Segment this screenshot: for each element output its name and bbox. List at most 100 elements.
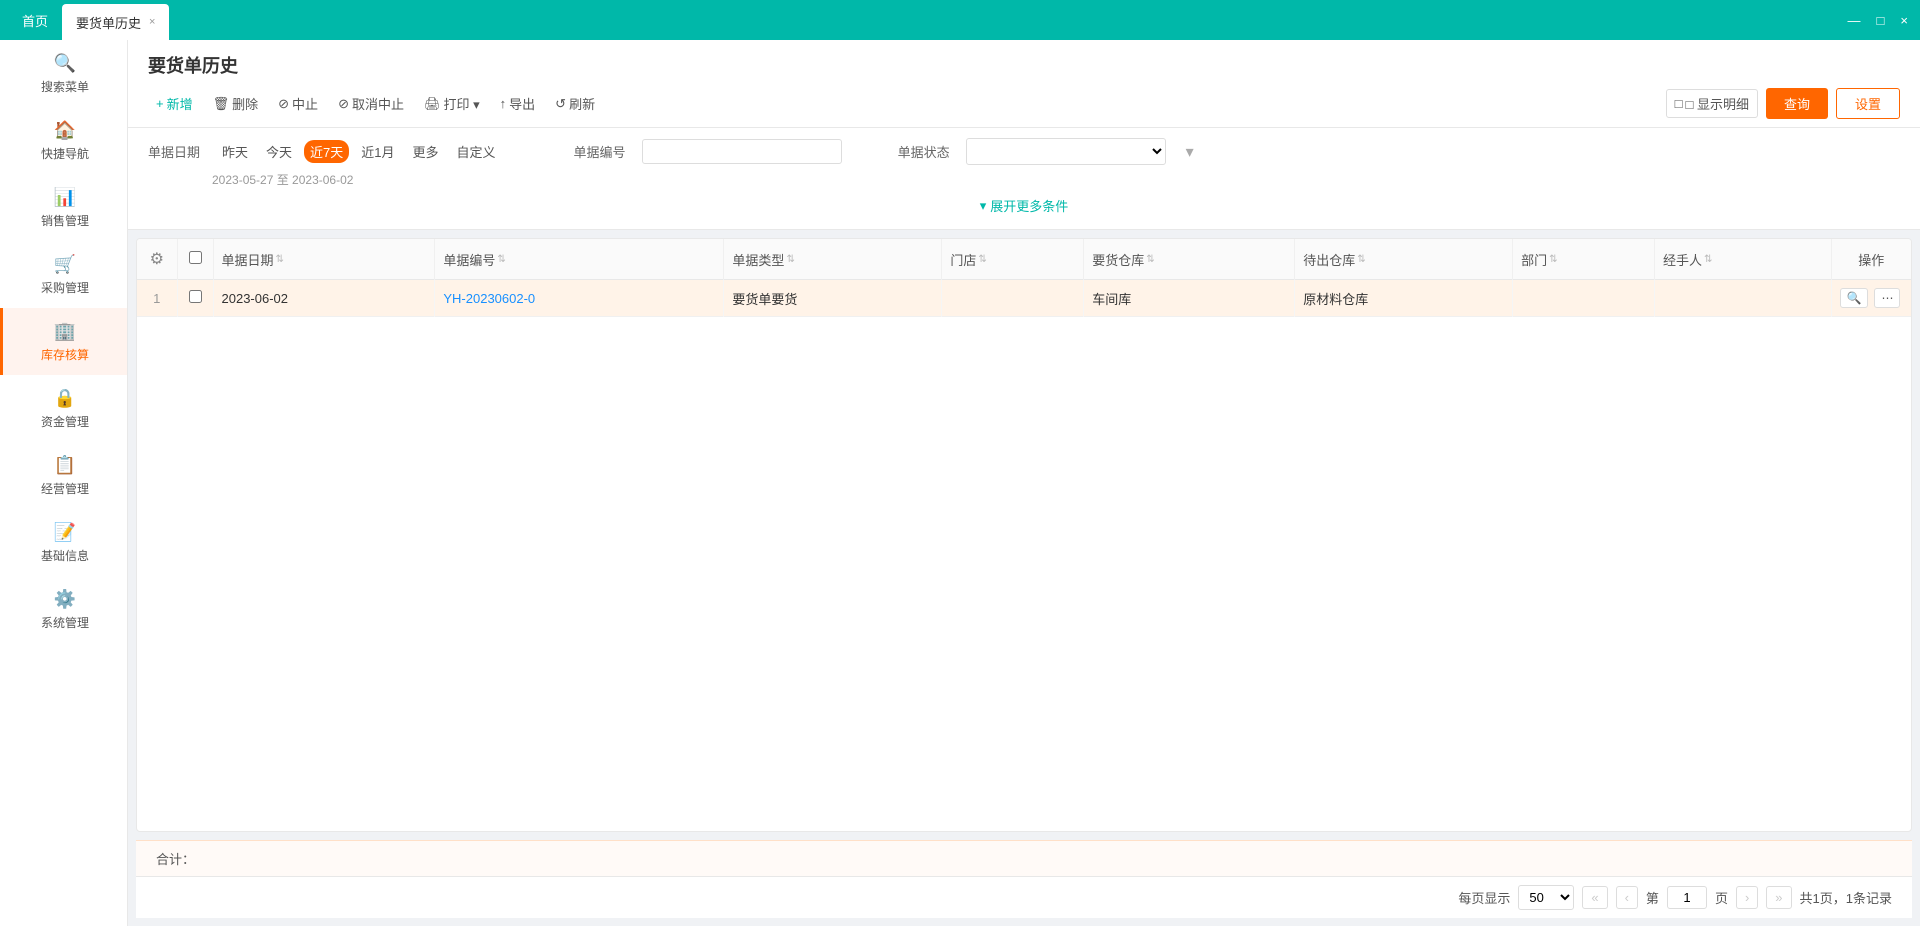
table-row: 1 2023-06-02 YH-20230602-0 要货单要货 车间库 原材料… <box>137 280 1911 317</box>
expand-more-label: 展开更多条件 <box>990 196 1068 215</box>
window-minimize-btn[interactable]: — <box>1848 13 1861 28</box>
sidebar: 🔍 搜索菜单 🏠 快捷导航 📊 销售管理 🛒 采购管理 🏢 库存核算 🔒 资金管… <box>0 40 128 926</box>
sidebar-item-basic-info[interactable]: 📝 基础信息 <box>0 509 127 576</box>
delete-label: 删除 <box>232 94 258 113</box>
export-icon: ↑ <box>500 96 507 111</box>
content-area: 要货单历史 + 新增 🗑 删除 ⊘ 中止 ⊘ 取消中止 <box>128 40 1920 926</box>
sort-store[interactable]: 门店 ⇅ <box>950 250 986 269</box>
next-page-btn[interactable]: › <box>1736 886 1758 909</box>
display-detail-button[interactable]: □ □ 显示明细 <box>1666 89 1758 118</box>
sort-pending-warehouse[interactable]: 待出仓库 ⇅ <box>1303 250 1365 269</box>
th-doc-no[interactable]: 单据编号 ⇅ <box>435 239 724 280</box>
th-store[interactable]: 门店 ⇅ <box>942 239 1084 280</box>
sort-req-warehouse[interactable]: 要货仓库 ⇅ <box>1092 250 1154 269</box>
home-tab-label: 首页 <box>22 11 48 30</box>
doc-no-input[interactable] <box>642 139 842 164</box>
sort-handler-icon: ⇅ <box>1704 254 1712 265</box>
th-pending-warehouse[interactable]: 待出仓库 ⇅ <box>1295 239 1513 280</box>
sidebar-item-sales-mgmt[interactable]: 📊 销售管理 <box>0 174 127 241</box>
page-label-end: 页 <box>1715 888 1728 907</box>
page-input[interactable] <box>1667 886 1707 909</box>
tab-home[interactable]: 首页 <box>8 0 62 40</box>
row-store <box>942 280 1084 317</box>
first-page-btn[interactable]: « <box>1582 886 1607 909</box>
sidebar-operation-label: 经营管理 <box>41 480 89 497</box>
export-button[interactable]: ↑ 导出 <box>492 90 544 117</box>
shortcut-today[interactable]: 今天 <box>260 140 298 163</box>
sidebar-item-purchase-mgmt[interactable]: 🛒 采购管理 <box>0 241 127 308</box>
row-doc-no[interactable]: YH-20230602-0 <box>435 280 724 317</box>
th-doc-type[interactable]: 单据类型 ⇅ <box>724 239 942 280</box>
row-checkbox[interactable] <box>189 290 202 303</box>
setting-button[interactable]: 设置 <box>1836 88 1900 119</box>
quick-nav-icon: 🏠 <box>54 119 76 141</box>
sidebar-item-operation-mgmt[interactable]: 📋 经营管理 <box>0 442 127 509</box>
th-doc-date[interactable]: 单据日期 ⇅ <box>213 239 435 280</box>
query-button[interactable]: 查询 <box>1766 88 1828 119</box>
sidebar-item-search-menu[interactable]: 🔍 搜索菜单 <box>0 40 127 107</box>
inventory-icon: 🏢 <box>54 320 76 342</box>
sort-doc-date-icon: ⇅ <box>276 254 284 265</box>
cancel-stop-button[interactable]: ⊘ 取消中止 <box>330 90 412 117</box>
row-actions: 🔍 ⋯ <box>1831 280 1911 317</box>
sidebar-item-quick-nav[interactable]: 🏠 快捷导航 <box>0 107 127 174</box>
expand-more-btn[interactable]: ▾ 展开更多条件 <box>148 192 1900 219</box>
th-department[interactable]: 部门 ⇅ <box>1513 239 1655 280</box>
shortcut-7days[interactable]: 近7天 <box>304 140 349 163</box>
sort-department[interactable]: 部门 ⇅ <box>1521 250 1557 269</box>
date-range-text: 2023-05-27 至 2023-06-02 <box>212 173 353 187</box>
window-maximize-btn[interactable]: □ <box>1877 13 1885 28</box>
row-view-btn[interactable]: 🔍 <box>1840 288 1869 308</box>
stop-icon: ⊘ <box>278 96 289 112</box>
status-dropdown-icon: ▾ <box>1186 142 1194 162</box>
sidebar-sales-label: 销售管理 <box>41 212 89 229</box>
sidebar-item-system-mgmt[interactable]: ⚙️ 系统管理 <box>0 576 127 643</box>
display-detail-label: □ 显示明细 <box>1686 94 1749 113</box>
sidebar-finance-label: 资金管理 <box>41 413 89 430</box>
th-settings[interactable]: ⚙ <box>137 239 177 280</box>
purchase-icon: 🛒 <box>54 253 76 275</box>
th-checkbox <box>177 239 213 280</box>
requisition-tab-label: 要货单历史 <box>76 13 141 32</box>
sort-doc-type-icon: ⇅ <box>786 254 794 265</box>
sort-doc-date[interactable]: 单据日期 ⇅ <box>222 250 284 269</box>
top-bar-right: — □ × <box>1848 13 1920 28</box>
table-settings-icon[interactable]: ⚙ <box>150 251 164 268</box>
table-header-row: ⚙ 单据日期 ⇅ 单据编号 <box>137 239 1911 280</box>
shortcut-yesterday[interactable]: 昨天 <box>216 140 254 163</box>
last-page-btn[interactable]: » <box>1766 886 1791 909</box>
sort-pending-warehouse-icon: ⇅ <box>1357 254 1365 265</box>
row-more-btn[interactable]: ⋯ <box>1874 288 1900 308</box>
doc-no-link[interactable]: YH-20230602-0 <box>443 291 535 306</box>
sort-doc-no[interactable]: 单据编号 ⇅ <box>443 250 505 269</box>
sidebar-item-finance-mgmt[interactable]: 🔒 资金管理 <box>0 375 127 442</box>
search-menu-icon: 🔍 <box>54 52 76 74</box>
select-all-checkbox[interactable] <box>189 251 202 264</box>
print-icon: 🖨 <box>424 96 441 112</box>
per-page-select[interactable]: 50 10 20 100 <box>1518 885 1574 910</box>
window-close-btn[interactable]: × <box>1900 13 1908 28</box>
new-button[interactable]: + 新增 <box>148 90 201 117</box>
doc-status-select[interactable] <box>966 138 1166 165</box>
total-info: 共1页，1条记录 <box>1800 888 1892 907</box>
filter-row-1: 单据日期 昨天 今天 近7天 近1月 更多 自定义 单据编号 单据状态 <box>148 138 1900 165</box>
delete-button[interactable]: 🗑 删除 <box>205 90 267 117</box>
system-icon: ⚙️ <box>54 588 76 610</box>
doc-status-label: 单据状态 <box>898 142 950 161</box>
prev-page-btn[interactable]: ‹ <box>1616 886 1638 909</box>
sidebar-item-inventory-calc[interactable]: 🏢 库存核算 <box>0 308 127 375</box>
th-handler[interactable]: 经手人 ⇅ <box>1654 239 1831 280</box>
sort-handler[interactable]: 经手人 ⇅ <box>1663 250 1712 269</box>
close-tab-icon[interactable]: × <box>149 16 155 28</box>
th-req-warehouse[interactable]: 要货仓库 ⇅ <box>1084 239 1295 280</box>
refresh-button[interactable]: ↺ 刷新 <box>547 90 603 117</box>
print-button[interactable]: 🖨 打印 ▾ <box>416 90 488 117</box>
sort-doc-type[interactable]: 单据类型 ⇅ <box>732 250 794 269</box>
shortcut-1month[interactable]: 近1月 <box>355 140 400 163</box>
shortcut-custom[interactable]: 自定义 <box>451 140 502 163</box>
date-shortcuts: 昨天 今天 近7天 近1月 更多 自定义 <box>216 140 502 163</box>
stop-button[interactable]: ⊘ 中止 <box>270 90 326 117</box>
tab-requisition-history[interactable]: 要货单历史 × <box>62 4 169 40</box>
shortcut-more[interactable]: 更多 <box>407 140 445 163</box>
sidebar-basic-info-label: 基础信息 <box>41 547 89 564</box>
